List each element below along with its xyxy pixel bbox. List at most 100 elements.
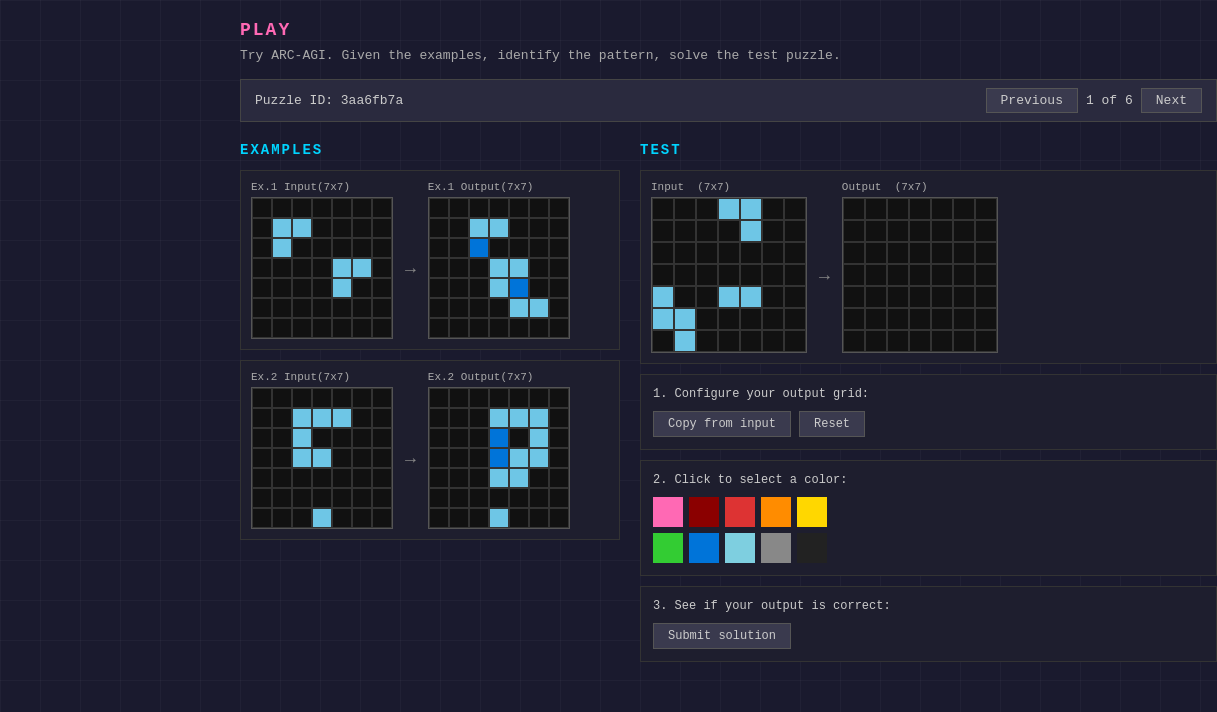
- cell: [740, 220, 762, 242]
- cell: [509, 408, 529, 428]
- cell: [352, 408, 372, 428]
- cell: [549, 238, 569, 258]
- cell: [469, 488, 489, 508]
- cell[interactable]: [865, 308, 887, 330]
- cell: [674, 308, 696, 330]
- color-swatch-gray[interactable]: [761, 533, 791, 563]
- cell[interactable]: [975, 286, 997, 308]
- cell: [312, 488, 332, 508]
- cell[interactable]: [865, 264, 887, 286]
- cell[interactable]: [931, 308, 953, 330]
- cell[interactable]: [865, 198, 887, 220]
- cell[interactable]: [843, 286, 865, 308]
- cell[interactable]: [887, 264, 909, 286]
- cell: [529, 468, 549, 488]
- cell: [332, 408, 352, 428]
- cell[interactable]: [953, 264, 975, 286]
- cell[interactable]: [975, 242, 997, 264]
- puzzle-id: Puzzle ID: 3aa6fb7a: [255, 93, 403, 108]
- color-swatch-light-blue[interactable]: [725, 533, 755, 563]
- cell[interactable]: [909, 308, 931, 330]
- cell[interactable]: [865, 286, 887, 308]
- reset-button[interactable]: Reset: [799, 411, 865, 437]
- cell[interactable]: [975, 198, 997, 220]
- cell[interactable]: [953, 220, 975, 242]
- cell[interactable]: [887, 220, 909, 242]
- cell[interactable]: [953, 242, 975, 264]
- test-grids: Input (7x7) → Output (7x7): [640, 170, 1217, 364]
- cell[interactable]: [975, 220, 997, 242]
- cell[interactable]: [975, 308, 997, 330]
- cell: [312, 388, 332, 408]
- cell: [292, 218, 312, 238]
- cell[interactable]: [909, 330, 931, 352]
- cell[interactable]: [931, 220, 953, 242]
- cell[interactable]: [887, 308, 909, 330]
- cell: [674, 242, 696, 264]
- cell[interactable]: [843, 220, 865, 242]
- cell[interactable]: [909, 286, 931, 308]
- cell[interactable]: [931, 242, 953, 264]
- cell: [509, 278, 529, 298]
- cell: [652, 242, 674, 264]
- example2-input-wrapper: Ex.2 Input (7x7): [251, 371, 393, 529]
- color-swatch-black[interactable]: [797, 533, 827, 563]
- cell[interactable]: [843, 198, 865, 220]
- prev-button[interactable]: Previous: [986, 88, 1078, 113]
- cell[interactable]: [865, 242, 887, 264]
- color-swatch-dark-red[interactable]: [689, 497, 719, 527]
- color-swatch-yellow[interactable]: [797, 497, 827, 527]
- color-swatch-green[interactable]: [653, 533, 683, 563]
- color-swatch-blue[interactable]: [689, 533, 719, 563]
- cell: [272, 488, 292, 508]
- cell: [784, 220, 806, 242]
- configure-buttons: Copy from input Reset: [653, 411, 1204, 437]
- cell[interactable]: [953, 330, 975, 352]
- test-output-grid[interactable]: [842, 197, 998, 353]
- cell[interactable]: [887, 286, 909, 308]
- page-title: PLAY: [240, 20, 1217, 40]
- cell[interactable]: [909, 198, 931, 220]
- submit-button[interactable]: Submit solution: [653, 623, 791, 649]
- example2-input-label: Ex.2 Input (7x7): [251, 371, 350, 383]
- cell: [372, 258, 392, 278]
- next-button[interactable]: Next: [1141, 88, 1202, 113]
- cell[interactable]: [975, 264, 997, 286]
- cell[interactable]: [843, 264, 865, 286]
- color-section: 2. Click to select a color:: [640, 460, 1217, 576]
- cell[interactable]: [975, 330, 997, 352]
- cell[interactable]: [909, 242, 931, 264]
- cell[interactable]: [865, 220, 887, 242]
- cell[interactable]: [931, 286, 953, 308]
- cell: [429, 388, 449, 408]
- cell[interactable]: [865, 330, 887, 352]
- cell[interactable]: [931, 264, 953, 286]
- submit-section: 3. See if your output is correct: Submit…: [640, 586, 1217, 662]
- cell[interactable]: [909, 264, 931, 286]
- page-subtitle: Try ARC-AGI. Given the examples, identif…: [240, 48, 1217, 63]
- cell: [272, 318, 292, 338]
- cell: [372, 448, 392, 468]
- cell[interactable]: [931, 330, 953, 352]
- cell[interactable]: [931, 198, 953, 220]
- cell[interactable]: [887, 242, 909, 264]
- cell[interactable]: [909, 220, 931, 242]
- cell[interactable]: [843, 330, 865, 352]
- cell[interactable]: [887, 330, 909, 352]
- cell[interactable]: [953, 308, 975, 330]
- copy-from-input-button[interactable]: Copy from input: [653, 411, 791, 437]
- cell[interactable]: [953, 286, 975, 308]
- cell[interactable]: [887, 198, 909, 220]
- cell: [429, 488, 449, 508]
- cell[interactable]: [843, 242, 865, 264]
- color-swatch-orange[interactable]: [761, 497, 791, 527]
- cell: [272, 198, 292, 218]
- cell: [529, 488, 549, 508]
- cell[interactable]: [843, 308, 865, 330]
- cell[interactable]: [953, 198, 975, 220]
- cell: [272, 218, 292, 238]
- color-swatch-red[interactable]: [725, 497, 755, 527]
- test-input-grid: [651, 197, 807, 353]
- color-swatch-pink[interactable]: [653, 497, 683, 527]
- cell: [762, 264, 784, 286]
